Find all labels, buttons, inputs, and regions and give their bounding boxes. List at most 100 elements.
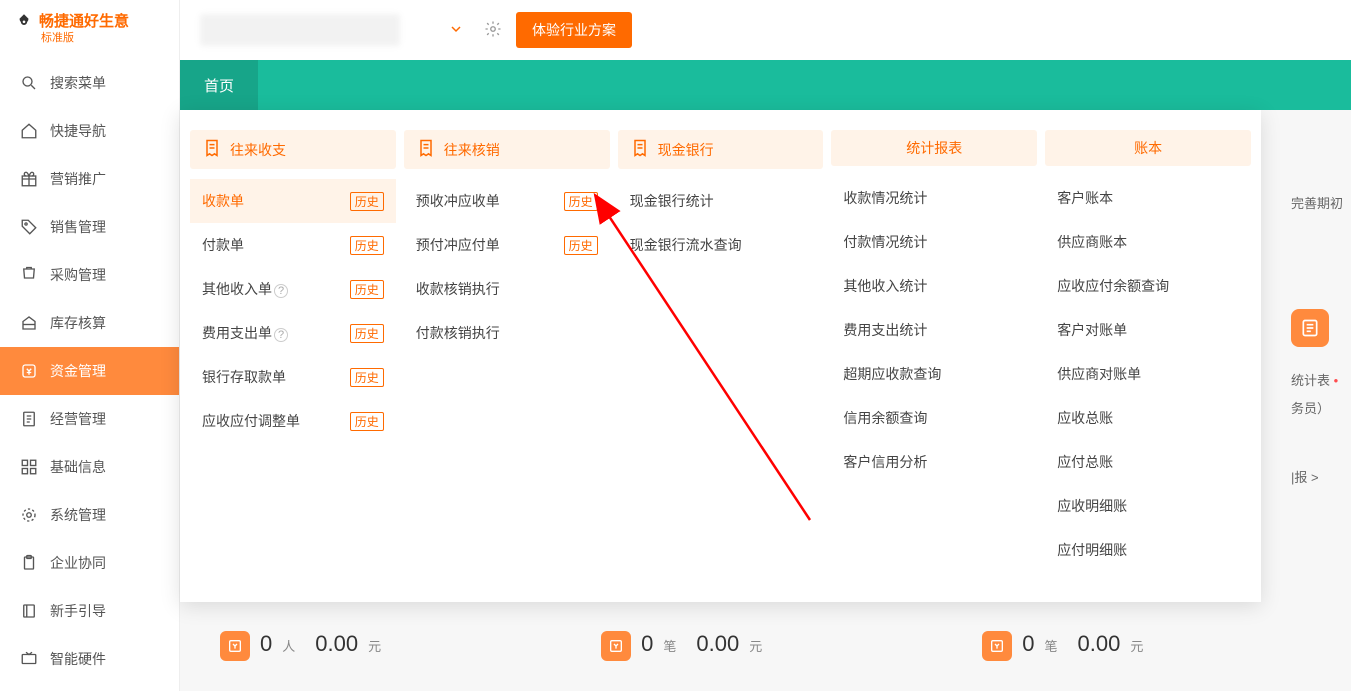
history-badge[interactable]: 历史 [350,412,384,431]
mega-column-title: 往来核销 [444,140,500,160]
tab-home[interactable]: 首页 [180,60,258,110]
mega-menu-item[interactable]: 供应商对账单 [1045,352,1251,396]
mega-menu-item[interactable]: 应付明细账 [1045,528,1251,572]
company-dropdown[interactable] [200,14,400,46]
sidebar-item-label: 资金管理 [50,361,106,381]
mega-item-label: 信用余额查询 [843,408,927,428]
sidebar-item-label: 经营管理 [50,409,106,429]
report-icon[interactable] [1291,309,1329,347]
mega-menu-item[interactable]: 收款单历史 [190,179,396,223]
sidebar-item-home[interactable]: 快捷导航 [0,107,179,155]
brand-logo: 畅捷通好生意 标准版 [0,0,179,53]
mega-item-label: 供应商账本 [1057,232,1127,252]
stat-unit: 笔 [663,636,676,655]
stat-value: 0 [260,631,272,657]
cart-icon [20,266,38,284]
history-badge[interactable]: 历史 [350,280,384,299]
sidebar-item-grid[interactable]: 基础信息 [0,443,179,491]
mega-menu-item[interactable]: 客户信用分析 [831,440,1037,484]
mega-menu-item[interactable]: 应收明细账 [1045,484,1251,528]
sidebar-item-gift[interactable]: 营销推广 [0,155,179,203]
gift-icon [20,170,38,188]
mega-menu-item[interactable]: 收款情况统计 [831,176,1037,220]
help-icon[interactable]: ? [274,328,288,342]
mega-column-header: 统计报表 [831,130,1037,166]
history-badge[interactable]: 历史 [350,324,384,343]
history-badge[interactable]: 历史 [350,368,384,387]
mega-menu-item[interactable]: 现金银行统计 [618,179,824,223]
stat-amount-unit: 元 [749,636,762,655]
mega-column: 统计报表收款情况统计付款情况统计其他收入统计费用支出统计超期应收款查询信用余额查… [831,130,1037,572]
mega-menu-item[interactable]: 预付冲应付单历史 [404,223,610,267]
mega-item-label: 付款情况统计 [843,232,927,252]
mega-item-label: 应收应付余额查询 [1057,276,1169,296]
stat-block: 0笔 0.00元 [982,631,1143,661]
mega-menu-item[interactable]: 银行存取款单历史 [190,355,396,399]
book-icon [20,602,38,620]
receipt-icon [202,138,222,161]
mega-column: 往来收支收款单历史付款单历史其他收入单?历史费用支出单?历史银行存取款单历史应收… [190,130,396,572]
mega-menu-item[interactable]: 应收总账 [1045,396,1251,440]
chevron-down-icon[interactable] [442,23,470,38]
right-fragment-text: 统计表 • [1291,367,1351,396]
mega-menu-item[interactable]: 费用支出单?历史 [190,311,396,355]
sidebar-item-label: 智能硬件 [50,649,106,669]
mega-item-label: 客户对账单 [1057,320,1127,340]
mega-menu-item[interactable]: 应收应付调整单历史 [190,399,396,443]
stat-amount: 0.00 [1077,631,1120,657]
sidebar: 畅捷通好生意 标准版 搜索菜单快捷导航营销推广销售管理采购管理库存核算资金管理经… [0,0,180,691]
mega-menu-item[interactable]: 收款核销执行 [404,267,610,311]
industry-plan-button[interactable]: 体验行业方案 [516,12,632,48]
mega-menu-item[interactable]: 信用余额查询 [831,396,1037,440]
sidebar-item-house[interactable]: 库存核算 [0,299,179,347]
stat-block: 0笔 0.00元 [601,631,762,661]
mega-menu-item[interactable]: 其他收入单?历史 [190,267,396,311]
mega-menu-item[interactable]: 付款情况统计 [831,220,1037,264]
brand-edition: 标准版 [41,29,164,45]
history-badge[interactable]: 历史 [350,236,384,255]
brand-name: 畅捷通好生意 [39,10,129,31]
mega-item-label: 收款核销执行 [416,279,500,299]
mega-menu-item[interactable]: 付款核销执行 [404,311,610,355]
right-fragment-text: 务员） [1291,395,1351,424]
stat-icon [220,631,250,661]
sidebar-item-doc[interactable]: 经营管理 [0,395,179,443]
mega-item-label: 供应商对账单 [1057,364,1141,384]
history-badge[interactable]: 历史 [564,236,598,255]
sidebar-item-gear[interactable]: 系统管理 [0,491,179,539]
sidebar-item-book[interactable]: 新手引导 [0,587,179,635]
history-badge[interactable]: 历史 [350,192,384,211]
mega-menu-item[interactable]: 供应商账本 [1045,220,1251,264]
sidebar-item-label: 系统管理 [50,505,106,525]
history-badge[interactable]: 历史 [564,192,598,211]
help-icon[interactable]: ? [274,284,288,298]
sidebar-item-cart[interactable]: 采购管理 [0,251,179,299]
mega-menu-item[interactable]: 费用支出统计 [831,308,1037,352]
sidebar-item-money[interactable]: 资金管理 [0,347,179,395]
sidebar-item-search[interactable]: 搜索菜单 [0,59,179,107]
sidebar-item-clip[interactable]: 企业协同 [0,539,179,587]
mega-menu-item[interactable]: 预收冲应收单 历史 [404,179,610,223]
mega-item-label: 费用支出统计 [843,320,927,340]
mega-column: 现金银行现金银行统计现金银行流水查询 [618,130,824,572]
mega-menu-item[interactable]: 现金银行流水查询 [618,223,824,267]
mega-menu-item[interactable]: 应收应付余额查询 [1045,264,1251,308]
stat-amount: 0.00 [315,631,358,657]
sidebar-item-tv[interactable]: 智能硬件 [0,635,179,683]
mega-menu-item[interactable]: 客户对账单 [1045,308,1251,352]
mega-item-label: 预收冲应收单 [416,191,500,211]
mega-menu-item[interactable]: 超期应收款查询 [831,352,1037,396]
stat-amount-unit: 元 [368,636,381,655]
right-fragment-text: 完善期初 [1291,190,1351,219]
sidebar-item-tag[interactable]: 销售管理 [0,203,179,251]
doc-icon [20,410,38,428]
sidebar-item-label: 基础信息 [50,457,106,477]
gear-icon[interactable] [484,20,502,41]
stat-value: 0 [1022,631,1034,657]
mega-menu-item[interactable]: 其他收入统计 [831,264,1037,308]
mega-menu-item[interactable]: 付款单历史 [190,223,396,267]
money-icon [20,362,38,380]
mega-menu-item[interactable]: 客户账本 [1045,176,1251,220]
mega-menu-item[interactable]: 应付总账 [1045,440,1251,484]
mega-item-label: 超期应收款查询 [843,364,941,384]
